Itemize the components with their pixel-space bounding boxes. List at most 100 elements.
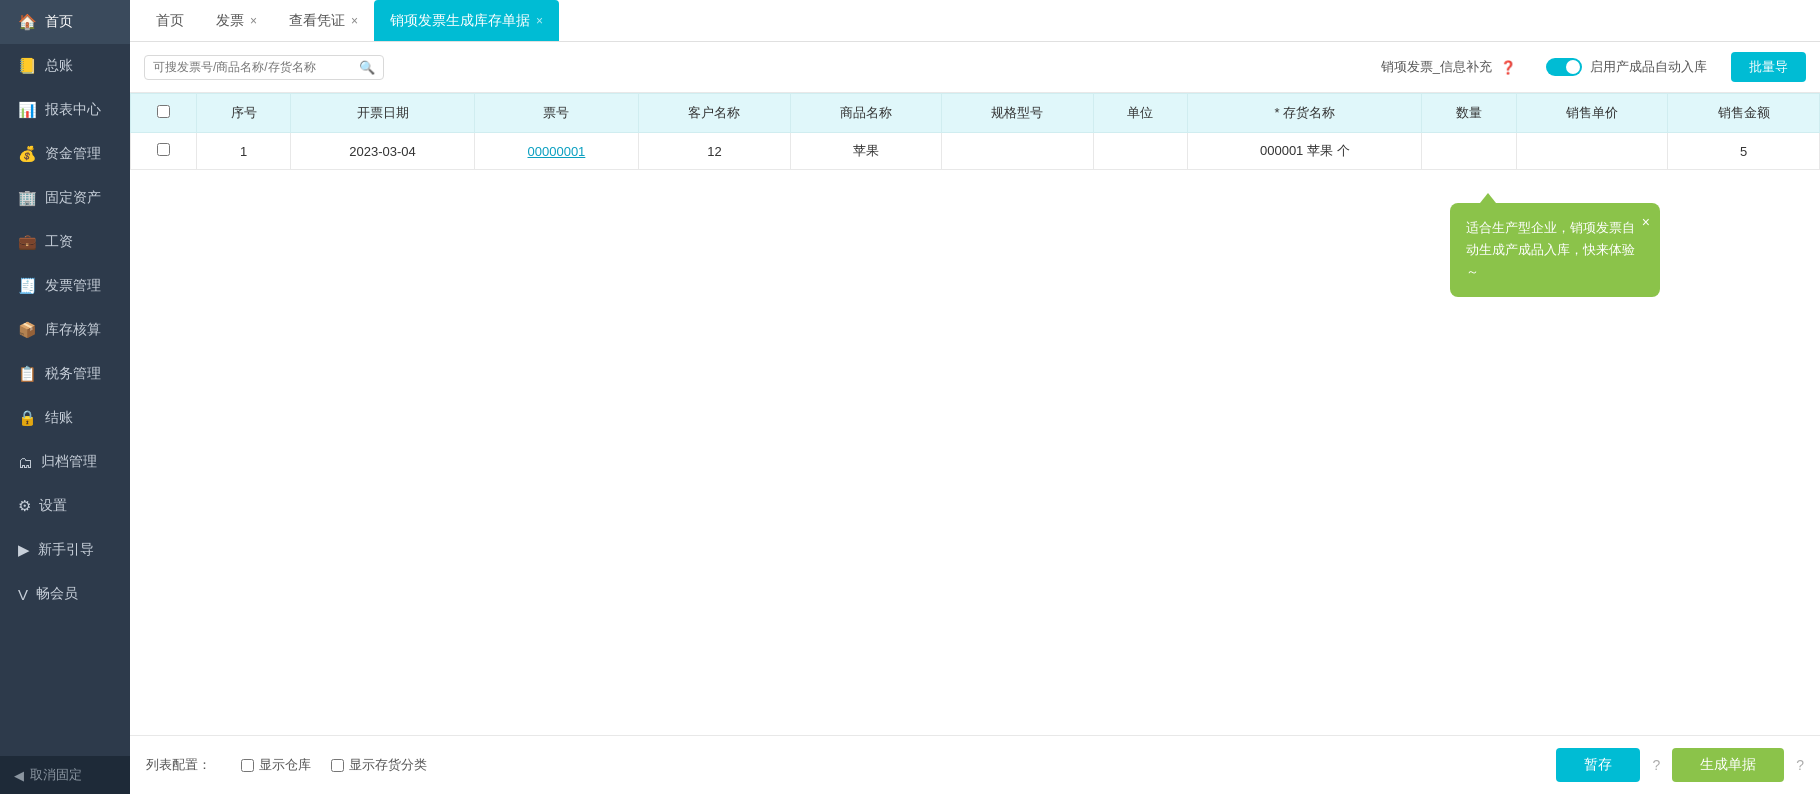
tab-home[interactable]: 首页 — [140, 0, 200, 41]
content-area: 🔍 销项发票_信息补充 ❓ 启用产成品自动入库 批量导 序号开票日期票号客户名称… — [130, 42, 1820, 794]
row-seq-0: 1 — [196, 133, 290, 170]
list-config-label: 列表配置： — [146, 756, 211, 774]
sidebar-label-tax: 税务管理 — [45, 365, 101, 383]
tab-label-view-voucher: 查看凭证 — [289, 12, 345, 30]
sidebar-item-tax[interactable]: 📋 税务管理 — [0, 352, 130, 396]
bottom-right-actions: 暂存 ? 生成单据 ? — [1556, 748, 1804, 782]
sidebar-icon-tax: 📋 — [18, 365, 37, 383]
auto-warehouse-toggle[interactable] — [1546, 58, 1582, 76]
row-number-0[interactable]: 00000001 — [474, 133, 638, 170]
sidebar-label-invoice-mgmt: 发票管理 — [45, 277, 101, 295]
tab-close-invoice[interactable]: × — [250, 14, 257, 28]
sidebar-icon-hr: 💼 — [18, 233, 37, 251]
col-header-number: 票号 — [474, 94, 638, 133]
tab-label-invoice: 发票 — [216, 12, 244, 30]
sidebar-icon-invoice-mgmt: 🧾 — [18, 277, 37, 295]
show-category-check[interactable]: 显示存货分类 — [331, 756, 427, 774]
select-all-checkbox[interactable] — [157, 105, 170, 118]
sidebar-label-closing: 结账 — [45, 409, 73, 427]
toggle-label: 启用产成品自动入库 — [1590, 58, 1707, 76]
row-spec-0 — [942, 133, 1094, 170]
show-warehouse-label: 显示仓库 — [259, 756, 311, 774]
table-wrap: 序号开票日期票号客户名称商品名称规格型号单位* 存货名称数量销售单价销售金额 1… — [130, 93, 1820, 735]
sidebar-icon-settings: ⚙ — [18, 497, 31, 515]
tab-bar: 首页 发票 × 查看凭证 × 销项发票生成库存单据 × — [130, 0, 1820, 42]
sidebar-item-archive[interactable]: 🗂 归档管理 — [0, 440, 130, 484]
sidebar-item-home[interactable]: 🏠 首页 — [0, 0, 130, 44]
generate-button[interactable]: 生成单据 — [1672, 748, 1784, 782]
sidebar-item-inventory[interactable]: 📦库存核算 — [0, 308, 130, 352]
sidebar-item-reports[interactable]: 📊报表中心 — [0, 88, 130, 132]
col-header-qty: 数量 — [1422, 94, 1516, 133]
data-table: 序号开票日期票号客户名称商品名称规格型号单位* 存货名称数量销售单价销售金额 1… — [130, 93, 1820, 170]
row-check-0[interactable] — [157, 143, 170, 156]
col-header-inventory: * 存货名称 — [1188, 94, 1422, 133]
sidebar-item-hr[interactable]: 💼 工资 — [0, 220, 130, 264]
sidebar-item-vip[interactable]: V 畅会员 — [0, 572, 130, 616]
generate-help-icon[interactable]: ? — [1796, 757, 1804, 773]
sidebar-item-fixed-assets[interactable]: 🏢固定资产 — [0, 176, 130, 220]
tab-close-view-voucher[interactable]: × — [351, 14, 358, 28]
bottom-bar: 列表配置： 显示仓库 显示存货分类 暂存 ? 生成单据 ? — [130, 735, 1820, 794]
col-header-seq: 序号 — [196, 94, 290, 133]
toolbar: 🔍 销项发票_信息补充 ❓ 启用产成品自动入库 批量导 — [130, 42, 1820, 93]
toggle-area: 启用产成品自动入库 — [1546, 58, 1707, 76]
sidebar-icon-ledger: 📒 — [18, 57, 37, 75]
tooltip-text: 适合生产型企业，销项发票自动生成产成品入库，快来体验～ — [1466, 220, 1635, 279]
col-header-customer: 客户名称 — [639, 94, 791, 133]
row-unit-0 — [1093, 133, 1187, 170]
row-checkbox-0[interactable] — [131, 133, 197, 170]
col-header-amount: 销售金额 — [1668, 94, 1820, 133]
save-help-icon[interactable]: ? — [1652, 757, 1660, 773]
sidebar-item-guide[interactable]: ▶新手引导 — [0, 528, 130, 572]
tooltip-close-icon[interactable]: × — [1642, 211, 1650, 235]
info-help-icon[interactable]: ❓ — [1500, 60, 1516, 75]
sidebar-icon-guide: ▶ — [18, 541, 30, 559]
sidebar-label-hr: 工资 — [45, 233, 73, 251]
unfix-label: 取消固定 — [30, 766, 82, 784]
tab-label-home: 首页 — [156, 12, 184, 30]
search-input[interactable] — [153, 60, 353, 74]
row-product-0: 苹果 — [790, 133, 942, 170]
row-qty-0 — [1422, 133, 1516, 170]
sidebar-item-closing[interactable]: 🔒结账 — [0, 396, 130, 440]
row-inventory-0: 000001 苹果 个 — [1188, 133, 1422, 170]
row-amount-0: 5 — [1668, 133, 1820, 170]
sidebar-item-invoice-mgmt[interactable]: 🧾 发票管理 — [0, 264, 130, 308]
sidebar-icon-vip: V — [18, 586, 28, 603]
sidebar-icon-archive: 🗂 — [18, 454, 33, 471]
toolbar-info: 销项发票_信息补充 ❓ — [1381, 58, 1516, 76]
col-header-date: 开票日期 — [291, 94, 474, 133]
col-header-unit-price: 销售单价 — [1516, 94, 1668, 133]
show-category-label: 显示存货分类 — [349, 756, 427, 774]
sidebar: 🏠 首页 📒 总账 📊报表中心💰资金管理🏢固定资产 💼 工资 🧾 发票管理 📦库存核算 📋 税务管理 🔒… — [0, 0, 130, 794]
sidebar-item-ledger[interactable]: 📒 总账 — [0, 44, 130, 88]
sidebar-label-ledger: 总账 — [45, 57, 73, 75]
sidebar-item-funds[interactable]: 💰资金管理 — [0, 132, 130, 176]
info-label: 销项发票_信息补充 — [1381, 58, 1492, 76]
search-icon: 🔍 — [359, 60, 375, 75]
tab-sales-invoice[interactable]: 销项发票生成库存单据 × — [374, 0, 559, 41]
sidebar-label-archive: 归档管理 — [41, 453, 97, 471]
batch-import-button[interactable]: 批量导 — [1731, 52, 1806, 82]
col-header-unit: 单位 — [1093, 94, 1187, 133]
unfix-button[interactable]: ◀ 取消固定 — [0, 756, 130, 794]
category-checkbox[interactable] — [331, 759, 344, 772]
col-header-checkbox — [131, 94, 197, 133]
show-warehouse-check[interactable]: 显示仓库 — [241, 756, 311, 774]
sidebar-item-settings[interactable]: ⚙ 设置 — [0, 484, 130, 528]
sidebar-label-home: 首页 — [45, 13, 73, 31]
tab-close-sales-invoice[interactable]: × — [536, 14, 543, 28]
row-date-0: 2023-03-04 — [291, 133, 474, 170]
save-button[interactable]: 暂存 — [1556, 748, 1640, 782]
sidebar-icon-home: 🏠 — [18, 13, 37, 31]
row-customer-0: 12 — [639, 133, 791, 170]
row-unit-price-0 — [1516, 133, 1668, 170]
sidebar-label-vip: 畅会员 — [36, 585, 78, 603]
search-box[interactable]: 🔍 — [144, 55, 384, 80]
tab-label-sales-invoice: 销项发票生成库存单据 — [390, 12, 530, 30]
warehouse-checkbox[interactable] — [241, 759, 254, 772]
sidebar-label-settings: 设置 — [39, 497, 67, 515]
tab-invoice[interactable]: 发票 × — [200, 0, 273, 41]
tab-view-voucher[interactable]: 查看凭证 × — [273, 0, 374, 41]
